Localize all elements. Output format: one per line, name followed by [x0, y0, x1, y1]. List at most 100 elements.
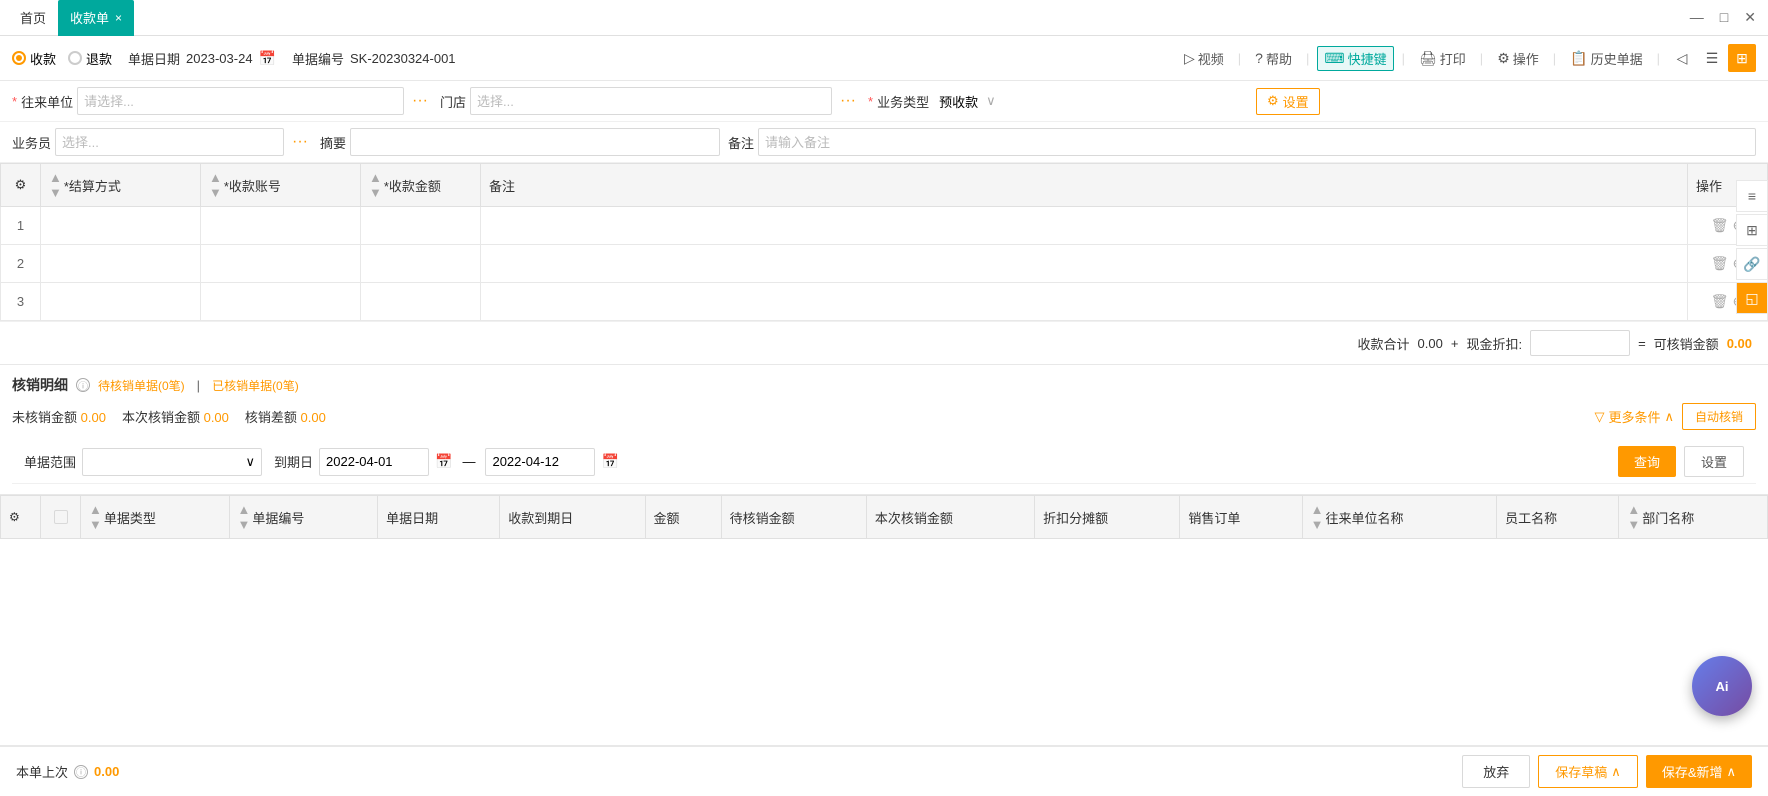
- col-discount: 折扣分摊额: [1035, 496, 1180, 539]
- counterpart-field: * 往来单位 ···: [12, 87, 432, 115]
- row-1-account[interactable]: [201, 207, 361, 245]
- pending-tab[interactable]: 待核销单据(0笔): [98, 377, 185, 394]
- col-gear-bottom[interactable]: ⚙: [1, 496, 41, 539]
- window-max-btn[interactable]: □: [1716, 9, 1732, 26]
- col-due-date: 收款到期日: [500, 496, 645, 539]
- save-new-btn[interactable]: 保存&新增 ∧: [1646, 755, 1752, 788]
- row-num-1: 1: [1, 207, 41, 245]
- right-panel-btn-2[interactable]: ⊞: [1736, 214, 1768, 246]
- row-2-remark[interactable]: [481, 245, 1688, 283]
- window-min-btn[interactable]: —: [1686, 9, 1708, 26]
- range-select[interactable]: ∨: [82, 448, 262, 476]
- radio-refund[interactable]: 退款: [68, 49, 112, 68]
- radio-receive[interactable]: 收款: [12, 49, 56, 68]
- layout-toggle: ◁ ☰ ⊞: [1668, 44, 1756, 72]
- ai-bubble[interactable]: Ai: [1692, 656, 1752, 716]
- col-remark: 备注: [481, 164, 1688, 207]
- shortcut-btn[interactable]: ⌨ 快捷键: [1317, 46, 1393, 71]
- row-3-account[interactable]: [201, 283, 361, 321]
- layout-btn-1[interactable]: ◁: [1668, 44, 1696, 72]
- right-panel-btn-1[interactable]: ≡: [1736, 180, 1768, 212]
- layout-btn-3[interactable]: ⊞: [1728, 44, 1756, 72]
- voucher-no-field: 单据编号 SK-20230324-001: [292, 49, 456, 68]
- operation-btn[interactable]: ⚙ 操作: [1491, 47, 1545, 70]
- history-btn[interactable]: 📋 历史单据: [1564, 47, 1648, 70]
- radio-group: 收款 退款: [12, 49, 112, 68]
- col-voucher-no: ▲▼ 单据编号: [229, 496, 378, 539]
- row-3-amount[interactable]: [361, 283, 481, 321]
- col-current-verify: 本次核销金额: [866, 496, 1034, 539]
- row-1-settlement[interactable]: [41, 207, 201, 245]
- row-3-remark[interactable]: [481, 283, 1688, 321]
- close-tab-btn[interactable]: ×: [115, 11, 122, 25]
- col-department: ▲▼ 部门名称: [1619, 496, 1768, 539]
- draft-btn[interactable]: 保存草稿 ∧: [1538, 755, 1638, 788]
- auto-verify-btn[interactable]: 自动核销: [1682, 403, 1756, 430]
- store-input[interactable]: [470, 87, 832, 115]
- settings-btn[interactable]: ⚙ 设置: [1256, 88, 1320, 115]
- unverified-stat: 未核销金额 0.00: [12, 407, 106, 426]
- help-btn[interactable]: ? 帮助: [1249, 47, 1298, 70]
- row-2-amount[interactable]: [361, 245, 481, 283]
- layout-btn-2[interactable]: ☰: [1698, 44, 1726, 72]
- row-3-settlement[interactable]: [41, 283, 201, 321]
- verify-section: 核销明细 ⓘ 待核销单据(0笔) | 已核销单据(0笔) 未核销金额 0.00 …: [0, 365, 1768, 495]
- range-select-arrow: ∨: [246, 454, 256, 470]
- query-btn[interactable]: 查询: [1618, 446, 1676, 477]
- date-from-calendar[interactable]: 📅: [435, 453, 452, 470]
- col-counterpart-name: ▲▼ 往来单位名称: [1302, 496, 1497, 539]
- row-3-delete-icon[interactable]: 🗑: [1711, 293, 1729, 310]
- col-account: ▲▼ *收款账号: [201, 164, 361, 207]
- due-date-field: 到期日 📅 — 📅: [274, 448, 619, 476]
- active-tab[interactable]: 收款单 ×: [58, 0, 134, 36]
- row-1-amount[interactable]: [361, 207, 481, 245]
- window-close-btn[interactable]: ✕: [1740, 9, 1760, 26]
- footer-info: 本单上次 ⓘ 0.00: [16, 762, 119, 781]
- right-panel: ≡ ⊞ 🔗 ◱: [1736, 180, 1768, 314]
- col-pending-amount: 待核销金额: [721, 496, 866, 539]
- payment-table-section: ⚙ ▲▼ *结算方式 ▲▼ *收款账号: [0, 163, 1768, 365]
- radio-refund-dot: [68, 51, 82, 65]
- row-num-3: 3: [1, 283, 41, 321]
- summary-row: 收款合计 0.00 + 现金折扣: = 可核销金额 0.00: [0, 321, 1768, 364]
- current-verify-stat: 本次核销金额 0.00: [122, 407, 229, 426]
- discount-input[interactable]: [1530, 330, 1630, 356]
- select-all-checkbox[interactable]: [54, 510, 68, 524]
- col-gear[interactable]: ⚙: [1, 164, 41, 207]
- print-btn[interactable]: 🖨 打印: [1413, 47, 1472, 70]
- summary-input[interactable]: [350, 128, 720, 156]
- row-2-delete-icon[interactable]: 🗑: [1711, 255, 1729, 272]
- store-more-btn[interactable]: ···: [836, 92, 860, 110]
- date-calendar-icon[interactable]: 📅: [259, 50, 276, 67]
- salesperson-input[interactable]: [55, 128, 284, 156]
- date-to-input[interactable]: [485, 448, 595, 476]
- right-panel-btn-4[interactable]: ◱: [1736, 282, 1768, 314]
- more-conditions-btn[interactable]: ▽ 更多条件 ∧: [1594, 403, 1674, 430]
- row-2-settlement[interactable]: [41, 245, 201, 283]
- date-to-calendar[interactable]: 📅: [601, 453, 618, 470]
- business-type-field: * 业务类型 预收款 ∨: [868, 92, 1248, 111]
- salesperson-field: 业务员 ···: [12, 128, 312, 156]
- footer-info-icon[interactable]: ⓘ: [74, 765, 88, 779]
- col-amount: ▲▼ *收款金额: [361, 164, 481, 207]
- video-btn[interactable]: ▷ 视频: [1178, 47, 1230, 70]
- voucher-date-field: 单据日期 2023-03-24 📅: [128, 49, 276, 68]
- row-1-remark[interactable]: [481, 207, 1688, 245]
- discard-btn[interactable]: 放弃: [1462, 755, 1530, 788]
- salesperson-more-btn[interactable]: ···: [288, 133, 312, 151]
- home-tab[interactable]: 首页: [8, 0, 58, 36]
- verify-info-icon[interactable]: ⓘ: [76, 378, 90, 392]
- counterpart-more-btn[interactable]: ···: [408, 92, 432, 110]
- business-type-arrow[interactable]: ∨: [982, 93, 1000, 109]
- date-from-input[interactable]: [319, 448, 429, 476]
- row-1-delete-icon[interactable]: 🗑: [1711, 217, 1729, 234]
- filter-settings-btn[interactable]: 设置: [1684, 446, 1744, 477]
- right-panel-btn-3[interactable]: 🔗: [1736, 248, 1768, 280]
- remarks-input[interactable]: [758, 128, 1756, 156]
- col-sales-order: 销售订单: [1180, 496, 1302, 539]
- row-2-account[interactable]: [201, 245, 361, 283]
- done-tab[interactable]: 已核销单据(0笔): [212, 377, 299, 394]
- footer-actions: 放弃 保存草稿 ∧ 保存&新增 ∧: [1462, 755, 1752, 788]
- counterpart-input[interactable]: [77, 87, 404, 115]
- store-field: 门店 ···: [440, 87, 860, 115]
